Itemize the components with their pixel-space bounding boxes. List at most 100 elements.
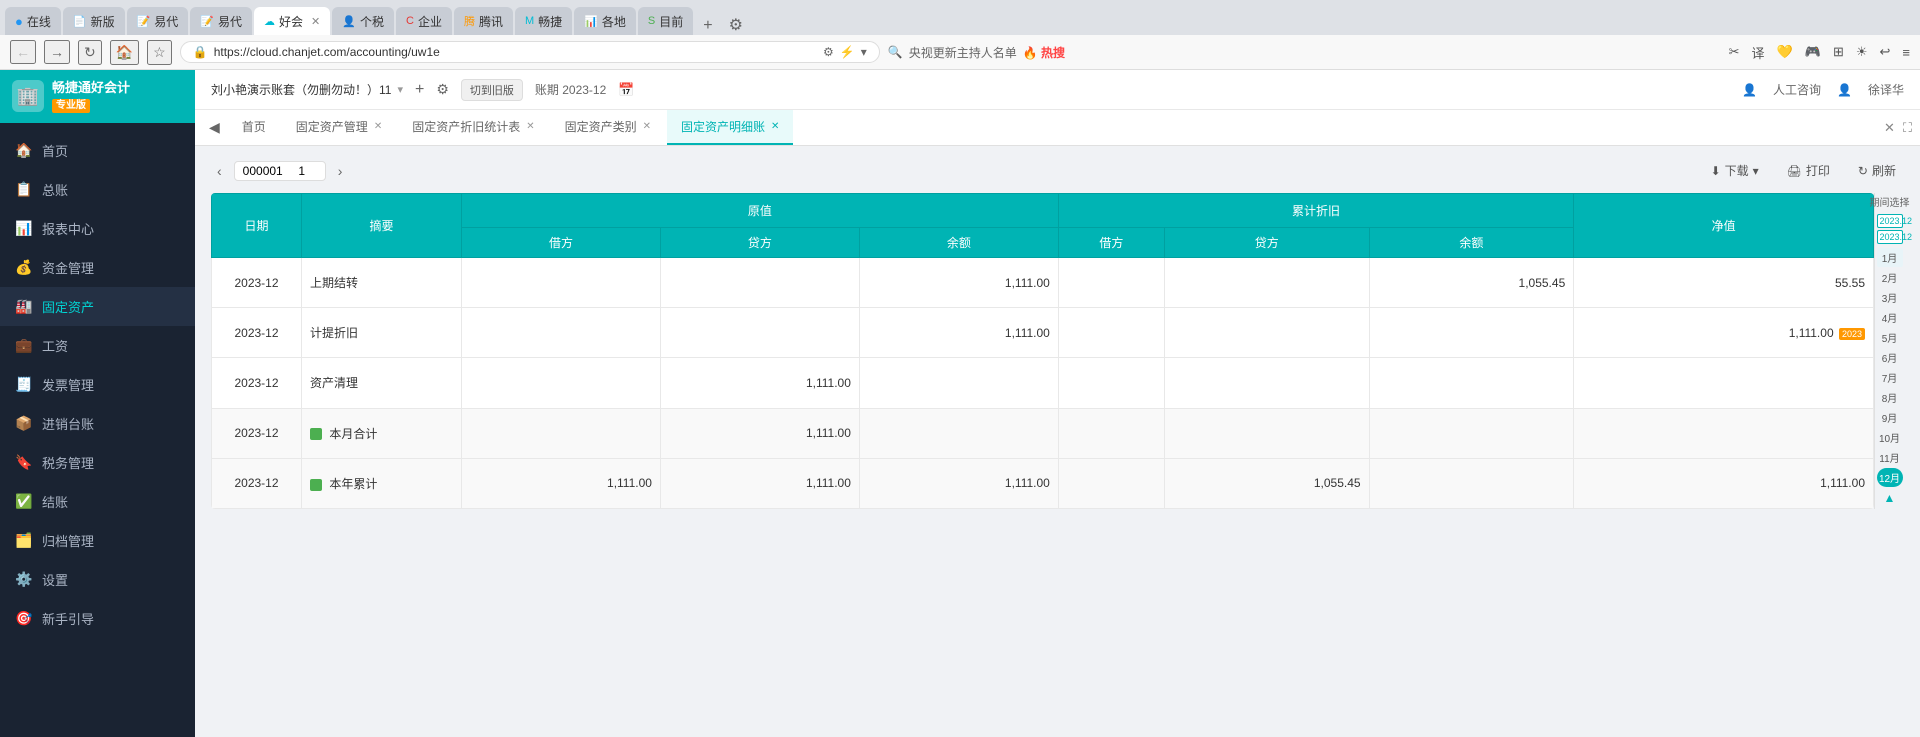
period-month-11[interactable]: 11月 [1877,448,1903,467]
period-month-6[interactable]: 6月 [1877,348,1903,367]
page-tab-close-4[interactable]: ✕ [771,121,779,132]
tab-geshui[interactable]: 👤 个税 [332,7,394,35]
sidebar-item-report[interactable]: 📊 报表中心 [0,209,195,248]
sidebar-item-tax[interactable]: 🔖 税务管理 [0,443,195,482]
dropdown-icon[interactable]: ▾ [861,45,867,59]
undo-icon[interactable]: ↩ [1880,44,1891,60]
period-month-9[interactable]: 9月 [1877,408,1903,427]
tab-zaixian[interactable]: ● 在线 [5,7,61,35]
extensions-icon[interactable]: ⚡ [840,45,855,59]
tab-expand-icon[interactable]: ⛶ [1903,120,1912,136]
calendar-icon[interactable]: 📅 [618,82,634,98]
col-header-accumulated-depreciation: 累计折旧 [1058,194,1573,228]
period-month-7[interactable]: 7月 [1877,368,1903,387]
tab-yidai1[interactable]: 📝 易代 [127,7,189,35]
print-button[interactable]: 🖨 打印 [1779,158,1838,183]
sidebar-logo: 畅捷通好会计 专业版 [52,80,130,113]
sidebar-item-general-ledger[interactable]: 📋 总账 [0,170,195,209]
sidebar-item-home[interactable]: 🏠 首页 [0,131,195,170]
tab-qiye[interactable]: C 企业 [396,7,452,35]
tab-changjie[interactable]: M 畅捷 [515,7,572,35]
browser-menu-icon[interactable]: ⚙ [823,45,834,59]
period-month-5[interactable]: 5月 [1877,328,1903,347]
hot-search-label[interactable]: 🔥 热搜 [1023,44,1065,61]
sidebar-item-fixed-assets[interactable]: 🏭 固定资产 [0,287,195,326]
period-month-3[interactable]: 3月 [1877,288,1903,307]
tab-haohui[interactable]: ☁ 好会 ✕ [254,7,330,35]
grid-icon[interactable]: ⊞ [1833,44,1844,60]
tab-gedi[interactable]: 📊 各地 [574,7,636,35]
row4-orig-debit [462,408,661,458]
tab-close-haohui[interactable]: ✕ [311,15,320,28]
content-area: ‹ 000001 › ⬇ 下载 ▾ 🖨 打印 [195,146,1920,737]
sidebar-item-archive[interactable]: 🗂️ 归档管理 [0,521,195,560]
game-icon[interactable]: 🎮 [1805,44,1821,60]
help-label[interactable]: 人工咨询 [1773,81,1821,98]
home-button[interactable]: 🏠 [110,40,139,65]
reload-button[interactable]: ↻ [78,40,102,65]
user-info-text: 刘小艳演示账套（勿删勿动！）11 [211,81,391,98]
translate-icon[interactable]: 译 [1752,43,1765,62]
back-button[interactable]: ← [10,40,36,64]
page-tab-home[interactable]: 首页 [228,110,280,145]
period-selected-date-2[interactable]: 2023.12 [1877,230,1903,244]
period-month-4[interactable]: 4月 [1877,308,1903,327]
page-tab-close-3[interactable]: ✕ [643,121,651,132]
page-tab-close-2[interactable]: ✕ [526,121,534,132]
more-icon[interactable]: ≡ [1902,45,1910,60]
add-account-button[interactable]: + [415,81,424,99]
page-tab-depreciation-stats[interactable]: 固定资产折旧统计表 ✕ [398,110,548,145]
sidebar-item-payroll[interactable]: 💼 工资 [0,326,195,365]
next-page-button[interactable]: › [332,161,349,181]
sidebar-item-close-period[interactable]: ✅ 结账 [0,482,195,521]
row5-net-value: 1,111.00 [1574,458,1874,508]
wallet-icon[interactable]: 💛 [1777,44,1793,60]
tabs-scroll-left[interactable]: ◀ [203,117,226,138]
row1-orig-debit [462,258,661,308]
tab-close-all-icon[interactable]: ✕ [1884,120,1895,136]
row3-accum-credit [1164,358,1369,408]
prev-page-button[interactable]: ‹ [211,161,228,181]
sidebar-item-settings[interactable]: ⚙️ 设置 [0,560,195,599]
page-tab-fixed-assets-mgmt[interactable]: 固定资产管理 ✕ [282,110,396,145]
brightness-icon[interactable]: ☀ [1856,44,1868,60]
period-month-1[interactable]: 1月 [1877,248,1903,267]
sidebar-item-fund[interactable]: 💰 资金管理 [0,248,195,287]
switch-version-button[interactable]: 切到旧版 [461,79,523,101]
period-month-2[interactable]: 2月 [1877,268,1903,287]
purchase-sale-icon: 📦 [16,415,32,431]
page-tab-assets-category[interactable]: 固定资产类别 ✕ [551,110,665,145]
row5-icon [310,479,322,491]
tab-muqian[interactable]: S 目前 [638,7,693,35]
settings-gear-icon[interactable]: ⚙ [436,81,449,98]
refresh-icon: ↻ [1858,164,1868,178]
url-bar[interactable]: 🔒 https://cloud.chanjet.com/accounting/u… [180,41,880,63]
page-tab-assets-detail[interactable]: 固定资产明细账 ✕ [667,110,793,145]
page-tab-close-1[interactable]: ✕ [374,121,382,132]
tab-yidai2[interactable]: 📝 易代 [190,7,252,35]
period-selected-date-1[interactable]: 2023.12 [1877,214,1903,228]
period-month-10[interactable]: 10月 [1877,428,1903,447]
scroll-up-icon[interactable]: ▲ [1884,491,1896,505]
sidebar-item-purchase-sale[interactable]: 📦 进销台账 [0,404,195,443]
download-button[interactable]: ⬇ 下载 ▾ [1703,158,1767,183]
invoice-icon: 🧾 [16,376,32,392]
tab-xinban[interactable]: 📄 新版 [63,7,125,35]
year-badge: 2023 [1839,328,1865,340]
dropdown-arrow-icon[interactable]: ▾ [397,83,403,96]
scissors-icon[interactable]: ✂ [1729,44,1740,60]
refresh-button[interactable]: ↻ 刷新 [1850,158,1904,183]
page-number-input[interactable] [287,164,317,178]
row4-accum-debit [1058,408,1164,458]
row4-orig-balance [859,408,1058,458]
row2-net-value: 1,111.00 2023 [1574,308,1874,358]
tab-tengxun[interactable]: 腾 腾讯 [454,7,513,35]
sidebar-item-invoice[interactable]: 🧾 发票管理 [0,365,195,404]
tab-settings-icon[interactable]: ⚙ [729,15,743,35]
bookmark-button[interactable]: ☆ [147,40,172,65]
new-tab-button[interactable]: + [695,17,720,35]
sidebar-item-guide[interactable]: 🎯 新手引导 [0,599,195,638]
forward-button[interactable]: → [44,40,70,64]
period-month-8[interactable]: 8月 [1877,388,1903,407]
period-month-12[interactable]: 12月 [1877,468,1903,487]
